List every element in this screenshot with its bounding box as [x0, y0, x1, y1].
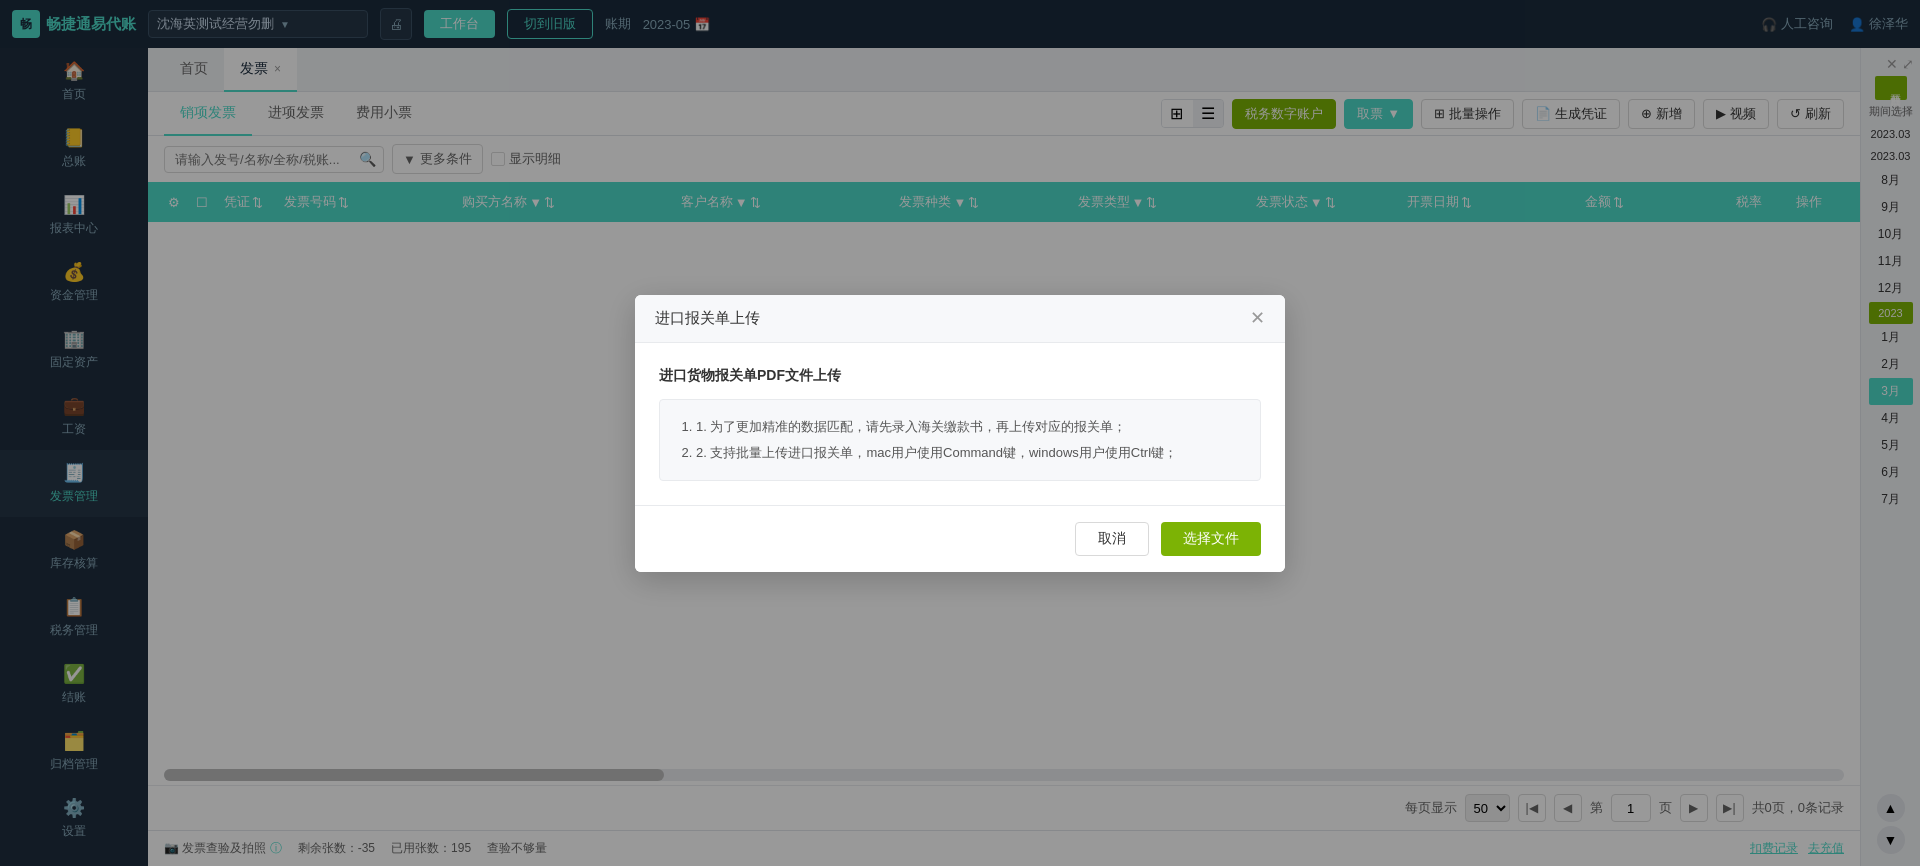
- modal-info-item-2: 2. 支持批量上传进口报关单，mac用户使用Command键，windows用户…: [696, 440, 1242, 466]
- modal-cancel-button[interactable]: 取消: [1075, 522, 1149, 556]
- modal-title: 进口报关单上传: [655, 309, 760, 328]
- modal-close-button[interactable]: ✕: [1250, 309, 1265, 327]
- modal-info-item-1: 1. 为了更加精准的数据匹配，请先录入海关缴款书，再上传对应的报关单；: [696, 414, 1242, 440]
- modal-section-title: 进口货物报关单PDF文件上传: [659, 367, 1261, 385]
- modal-overlay: 进口报关单上传 ✕ 进口货物报关单PDF文件上传 1. 为了更加精准的数据匹配，…: [0, 0, 1920, 866]
- modal-footer: 取消 选择文件: [635, 505, 1285, 572]
- modal-info-box: 1. 为了更加精准的数据匹配，请先录入海关缴款书，再上传对应的报关单； 2. 支…: [659, 399, 1261, 481]
- modal-header: 进口报关单上传 ✕: [635, 295, 1285, 343]
- modal-import-customs: 进口报关单上传 ✕ 进口货物报关单PDF文件上传 1. 为了更加精准的数据匹配，…: [635, 295, 1285, 572]
- modal-select-file-button[interactable]: 选择文件: [1161, 522, 1261, 556]
- modal-body: 进口货物报关单PDF文件上传 1. 为了更加精准的数据匹配，请先录入海关缴款书，…: [635, 343, 1285, 505]
